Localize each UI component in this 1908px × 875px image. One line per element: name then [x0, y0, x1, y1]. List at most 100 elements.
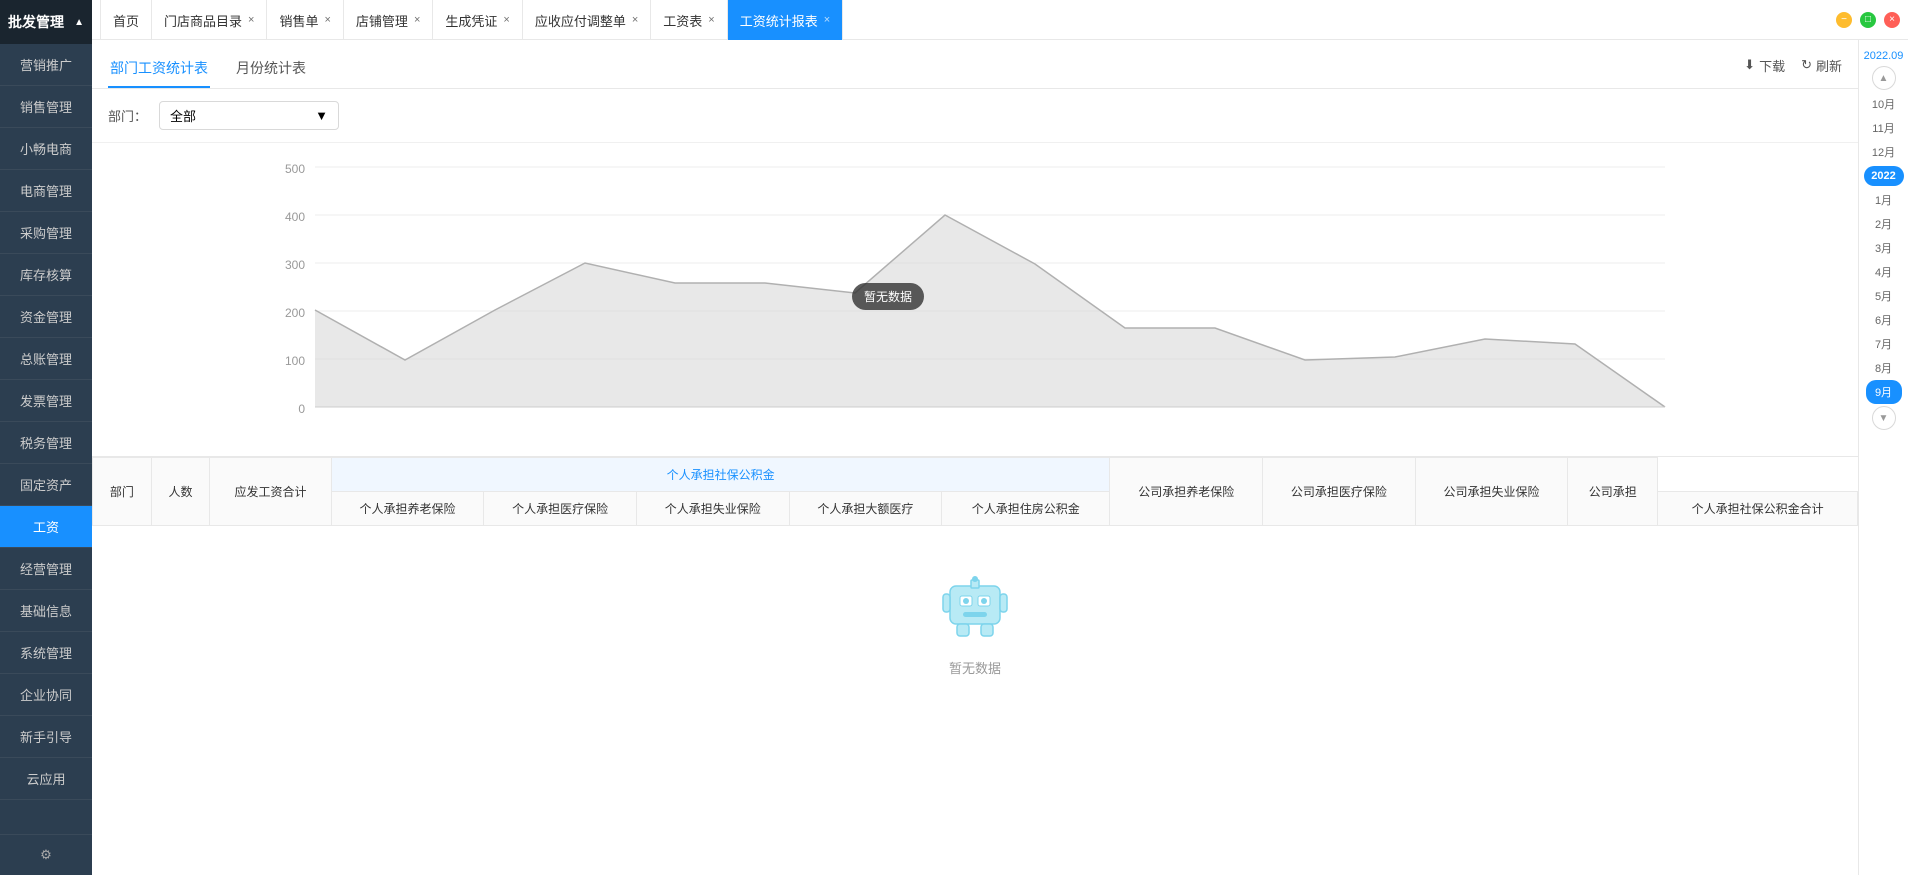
tab-close-2[interactable]: ×: [324, 14, 330, 26]
sidebar-item-1[interactable]: 销售管理: [0, 86, 92, 128]
th-count: 人数: [151, 458, 210, 526]
sidebar-item-12[interactable]: 经营管理: [0, 548, 92, 590]
tab-close-4[interactable]: ×: [503, 14, 509, 26]
tab-1[interactable]: 门店商品目录 ×: [152, 0, 267, 40]
tabs-container: 首页门店商品目录×销售单×店铺管理×生成凭证×应收应付调整单×工资表×工资统计报…: [100, 0, 843, 39]
tab-close-5[interactable]: ×: [632, 14, 638, 26]
sidebar-items: 营销推广销售管理小畅电商电商管理采购管理库存核算资金管理总账管理发票管理税务管理…: [0, 44, 92, 800]
sidebar-item-11[interactable]: 工资: [0, 506, 92, 548]
close-button[interactable]: ×: [1884, 12, 1900, 28]
refresh-button[interactable]: ↻ 刷新: [1801, 56, 1842, 75]
sidebar-footer[interactable]: ⚙: [0, 834, 92, 875]
tab-close-7[interactable]: ×: [824, 14, 830, 26]
table-area[interactable]: 部门 人数 应发工资合计 个人承担社保公积金 公司承担养老保险 公司承担医疗保险…: [92, 456, 1858, 875]
sidebar-item-13[interactable]: 基础信息: [0, 590, 92, 632]
tab-close-1[interactable]: ×: [248, 14, 254, 26]
empty-text: 暂无数据: [949, 658, 1001, 677]
department-select[interactable]: 全部 ▼: [159, 101, 339, 130]
timeline-down-button[interactable]: ▼: [1872, 406, 1896, 430]
download-button[interactable]: ⬇ 下载: [1744, 56, 1785, 75]
timeline-year-badge[interactable]: 2022: [1864, 166, 1904, 186]
sub-tabs-bar: 部门工资统计表 月份统计表 ⬇ 下载 ↻ 刷新: [92, 40, 1858, 89]
chevron-down-icon: ▼: [315, 108, 328, 123]
tab-label-1: 门店商品目录: [164, 11, 242, 30]
sidebar-item-4[interactable]: 采购管理: [0, 212, 92, 254]
tab-label-5: 应收应付调整单: [535, 11, 626, 30]
tab-label-7: 工资统计报表: [740, 11, 818, 30]
tab-6[interactable]: 工资表 ×: [651, 0, 727, 40]
th-company-medical: 公司承担医疗保险: [1263, 458, 1416, 526]
timeline-month-4[interactable]: 4月: [1859, 260, 1908, 284]
sidebar-title: 批发管理: [8, 12, 64, 32]
sidebar-item-15[interactable]: 企业协同: [0, 674, 92, 716]
timeline-up-button[interactable]: ▲: [1872, 66, 1896, 90]
table-header: 部门 人数 应发工资合计 个人承担社保公积金 公司承担养老保险 公司承担医疗保险…: [93, 458, 1858, 526]
tab-close-3[interactable]: ×: [414, 14, 420, 26]
timeline-date-label: 2022.09: [1864, 50, 1904, 62]
sidebar-item-10[interactable]: 固定资产: [0, 464, 92, 506]
svg-text:200: 200: [285, 306, 305, 320]
tab-department-stats[interactable]: 部门工资统计表: [108, 50, 210, 88]
th-personal-medical: 个人承担医疗保险: [484, 492, 637, 526]
svg-text:100: 100: [285, 354, 305, 368]
tab-4[interactable]: 生成凭证 ×: [433, 0, 522, 40]
timeline-month-10[interactable]: 10月: [1859, 92, 1908, 116]
window-controls: − □ ×: [1836, 12, 1900, 28]
timeline-month-8[interactable]: 8月: [1859, 356, 1908, 380]
sub-tab-actions: ⬇ 下载 ↻ 刷新: [1744, 56, 1842, 83]
timeline-month-3[interactable]: 3月: [1859, 236, 1908, 260]
tab-label-4: 生成凭证: [445, 11, 497, 30]
sidebar-item-5[interactable]: 库存核算: [0, 254, 92, 296]
tab-3[interactable]: 店铺管理×: [344, 0, 433, 40]
sidebar-item-8[interactable]: 发票管理: [0, 380, 92, 422]
tab-2[interactable]: 销售单×: [267, 0, 343, 40]
timeline-month-1[interactable]: 1月: [1859, 188, 1908, 212]
sidebar-item-9[interactable]: 税务管理: [0, 422, 92, 464]
sidebar-item-16[interactable]: 新手引导: [0, 716, 92, 758]
timeline-month-7[interactable]: 7月: [1859, 332, 1908, 356]
tab-0[interactable]: 首页: [100, 0, 152, 40]
svg-text:500: 500: [285, 162, 305, 176]
sidebar-item-2[interactable]: 小畅电商: [0, 128, 92, 170]
sidebar-item-3[interactable]: 电商管理: [0, 170, 92, 212]
refresh-icon: ↻: [1801, 57, 1812, 73]
tab-7[interactable]: 工资统计报表 ×: [728, 0, 843, 40]
sidebar-item-6[interactable]: 资金管理: [0, 296, 92, 338]
th-company-old: 公司承担养老保险: [1110, 458, 1263, 526]
sidebar-item-14[interactable]: 系统管理: [0, 632, 92, 674]
sidebar-item-17[interactable]: 云应用: [0, 758, 92, 800]
th-personal-old: 个人承担养老保险: [331, 492, 484, 526]
chart-no-data-badge: 暂无数据: [852, 283, 924, 310]
timeline-month-5[interactable]: 5月: [1859, 284, 1908, 308]
page-content: 部门工资统计表 月份统计表 ⬇ 下载 ↻ 刷新 部门：: [92, 40, 1858, 875]
tab-monthly-stats[interactable]: 月份统计表: [234, 50, 308, 88]
maximize-button[interactable]: □: [1860, 12, 1876, 28]
sidebar-item-0[interactable]: 营销推广: [0, 44, 92, 86]
tab-label-6: 工资表: [663, 11, 702, 30]
timeline-month-6[interactable]: 6月: [1859, 308, 1908, 332]
sidebar-header[interactable]: 批发管理 ▲: [0, 0, 92, 44]
filter-bar: 部门： 全部 ▼: [92, 89, 1858, 143]
sidebar-item-7[interactable]: 总账管理: [0, 338, 92, 380]
tab-close-6[interactable]: ×: [708, 14, 714, 26]
th-total-salary: 应发工资合计: [210, 458, 331, 526]
chart-svg: 500 400 300 200 100 0: [108, 153, 1842, 443]
empty-state: 暂无数据: [92, 526, 1858, 717]
chart-area: 500 400 300 200 100 0: [92, 143, 1858, 456]
th-personal-unemp: 个人承担失业保险: [636, 492, 789, 526]
timeline-month-11[interactable]: 11月: [1859, 116, 1908, 140]
filter-label: 部门：: [108, 106, 147, 125]
minimize-button[interactable]: −: [1836, 12, 1852, 28]
settings-icon: ⚙: [40, 847, 52, 862]
th-personal-big-medical: 个人承担大额医疗: [789, 492, 942, 526]
timeline-panel: 2022.09 ▲ 10月 11月 12月 2022 1月 2月 3月 4月 5…: [1858, 40, 1908, 875]
svg-text:0: 0: [298, 402, 305, 416]
timeline-month-2[interactable]: 2月: [1859, 212, 1908, 236]
main-area: 首页门店商品目录×销售单×店铺管理×生成凭证×应收应付调整单×工资表×工资统计报…: [92, 0, 1908, 875]
timeline-month-12[interactable]: 12月: [1859, 140, 1908, 164]
data-table: 部门 人数 应发工资合计 个人承担社保公积金 公司承担养老保险 公司承担医疗保险…: [92, 457, 1858, 526]
timeline-month-9[interactable]: 9月: [1866, 380, 1902, 404]
svg-text:400: 400: [285, 210, 305, 224]
tab-5[interactable]: 应收应付调整单 ×: [523, 0, 651, 40]
th-personal-total: 个人承担社保公积金合计: [1658, 492, 1858, 526]
